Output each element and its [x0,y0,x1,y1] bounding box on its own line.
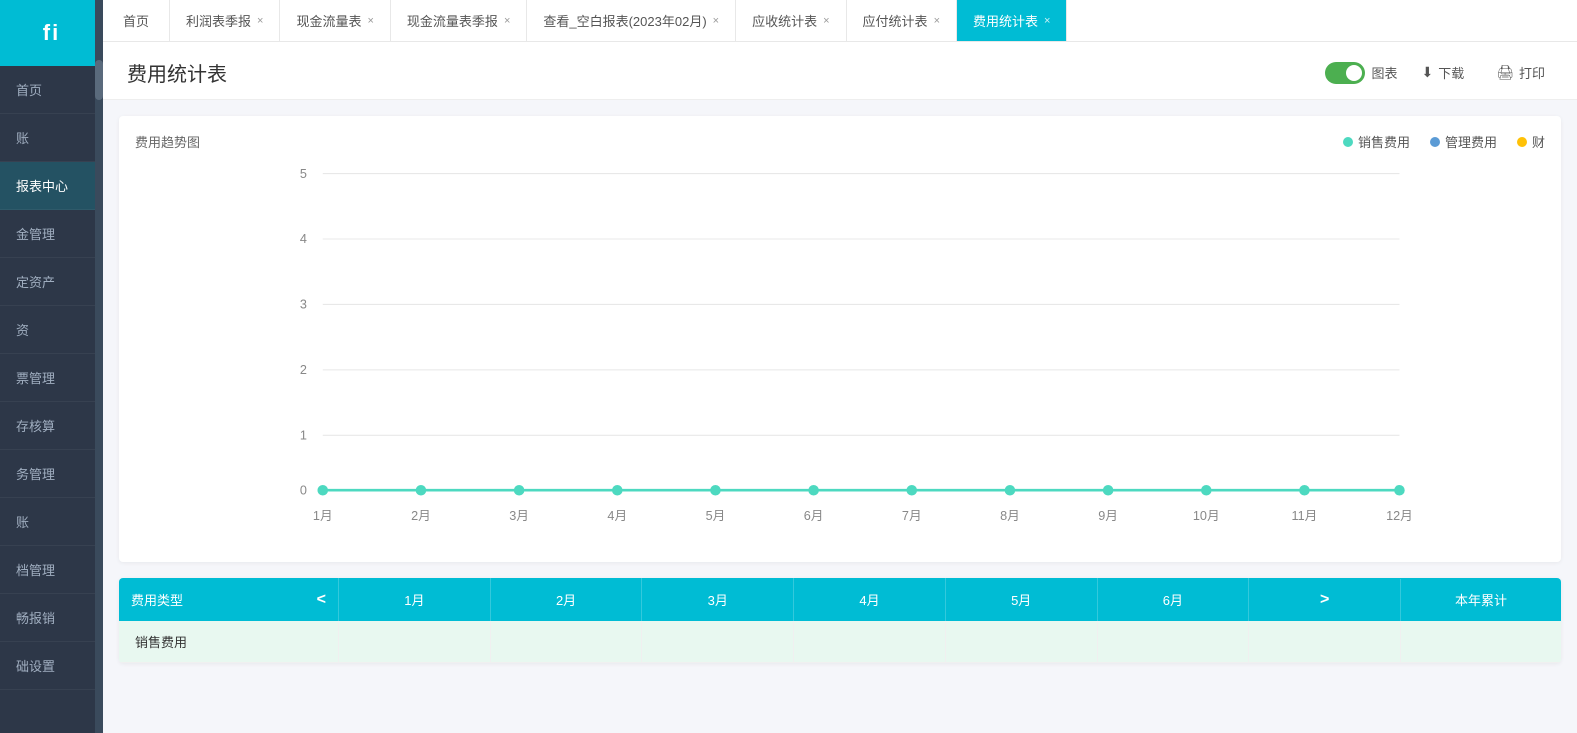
sidebar-scrollbar[interactable] [95,0,103,733]
tab-home[interactable]: 首页 [103,0,170,42]
svg-text:5月: 5月 [706,509,726,523]
td-val-1 [339,621,491,662]
svg-text:1月: 1月 [313,509,333,523]
sidebar-item-account[interactable]: 账 [0,114,103,162]
legend-dot-finance [1517,137,1527,147]
svg-text:7月: 7月 [902,509,922,523]
svg-text:4: 4 [300,232,307,246]
sidebar-item-report-center[interactable]: 报表中心 [0,162,103,210]
app-logo: fi [0,0,103,66]
td-type: 销售费用 [119,621,339,662]
svg-text:9月: 9月 [1098,509,1118,523]
svg-text:10月: 10月 [1193,509,1220,523]
legend-finance: 财 [1517,132,1545,151]
tab-bar: 首页 利润表季报 × 现金流量表 × 现金流量表季报 × 查看_空白报表(202… [103,0,1577,42]
nav-next-button[interactable]: > [1320,591,1329,609]
legend-dot-admin [1430,137,1440,147]
tab-receivables[interactable]: 应收统计表 × [736,0,846,42]
sidebar-item-base-settings[interactable]: 础设置 [0,642,103,690]
sidebar-item-service-mgmt[interactable]: 务管理 [0,450,103,498]
chart-header: 费用趋势图 销售费用 管理费用 财 [135,132,1545,151]
legend-dot-sales [1343,137,1353,147]
th-month-6: 6月 [1098,578,1250,621]
close-icon[interactable]: × [934,15,940,27]
td-val-2 [491,621,643,662]
print-button[interactable]: 🖨 打印 [1488,59,1553,86]
tab-cashflow-quarterly[interactable]: 现金流量表季报 × [391,0,527,42]
svg-text:12月: 12月 [1386,509,1413,523]
nav-prev-button[interactable]: < [317,591,326,609]
svg-text:0: 0 [300,483,307,497]
table-body: 销售费用 [119,621,1561,663]
chart-container: 费用趋势图 销售费用 管理费用 财 [119,116,1561,562]
download-icon: ⬇ [1421,64,1433,81]
close-icon[interactable]: × [1044,15,1050,27]
download-button[interactable]: ⬇ 下载 [1413,59,1472,86]
td-val-6 [1098,621,1250,662]
sidebar-item-home[interactable]: 首页 [0,66,103,114]
close-icon[interactable]: × [367,15,373,27]
td-val-7 [1249,621,1401,662]
page-title: 费用统计表 [127,58,227,87]
close-icon[interactable]: × [713,15,719,27]
svg-text:2: 2 [300,363,307,377]
svg-text:11月: 11月 [1292,509,1318,523]
main-area: 首页 利润表季报 × 现金流量表 × 现金流量表季报 × 查看_空白报表(202… [103,0,1577,733]
chart-legend: 销售费用 管理费用 财 [1343,132,1545,151]
tab-expense-stats[interactable]: 费用统计表 × [957,0,1067,42]
svg-text:1: 1 [300,429,307,443]
print-icon: 🖨 [1496,64,1514,81]
content-area: 费用统计表 图表 ⬇ 下载 🖨 打印 费用趋势图 [103,42,1577,733]
sidebar-item-invoice-mgmt[interactable]: 票管理 [0,354,103,402]
sidebar-item-fixed-assets[interactable]: 定资产 [0,258,103,306]
sidebar-item-fund-mgmt[interactable]: 金管理 [0,210,103,258]
trend-chart: 5 4 3 2 1 0 1月 2月 3月 4月 5月 6月 7月 8月 9 [135,163,1545,543]
svg-text:4月: 4月 [607,509,627,523]
th-month-3: 3月 [642,578,794,621]
svg-text:5: 5 [300,167,307,181]
sidebar-item-smooth-sales[interactable]: 畅报销 [0,594,103,642]
table-header: 费用类型 < 1月 2月 3月 4月 5月 [119,578,1561,621]
tab-profit-quarterly[interactable]: 利润表季报 × [170,0,280,42]
td-val-5 [946,621,1098,662]
th-total: 本年累计 [1401,578,1561,621]
chart-toggle[interactable] [1325,62,1365,84]
svg-text:6月: 6月 [804,509,824,523]
toggle-label: 图表 [1371,63,1397,82]
close-icon[interactable]: × [823,15,829,27]
tab-cashflow[interactable]: 现金流量表 × [280,0,390,42]
legend-sales: 销售费用 [1343,132,1410,151]
sidebar-scrollbar-thumb[interactable] [95,60,103,100]
svg-text:3月: 3月 [509,509,529,523]
chart-svg-wrap: 5 4 3 2 1 0 1月 2月 3月 4月 5月 6月 7月 8月 9 [135,163,1545,546]
th-month-5: 5月 [946,578,1098,621]
tab-blank-report[interactable]: 查看_空白报表(2023年02月) × [527,0,736,42]
chart-title: 费用趋势图 [135,132,200,151]
sidebar-item-inventory[interactable]: 存核算 [0,402,103,450]
th-type: 费用类型 < [119,578,339,621]
svg-text:3: 3 [300,298,307,312]
legend-admin: 管理费用 [1430,132,1497,151]
page-header: 费用统计表 图表 ⬇ 下载 🖨 打印 [103,42,1577,100]
tab-payables[interactable]: 应付统计表 × [847,0,957,42]
close-icon[interactable]: × [257,15,263,27]
header-actions: 图表 ⬇ 下载 🖨 打印 [1325,59,1553,86]
svg-text:2月: 2月 [411,509,431,523]
td-total [1401,621,1561,662]
th-nav-next[interactable]: > [1249,579,1401,621]
sidebar-item-ledger[interactable]: 账 [0,498,103,546]
table-row: 销售费用 [119,621,1561,663]
chart-toggle-wrap: 图表 [1325,62,1397,84]
sidebar-item-capital[interactable]: 资 [0,306,103,354]
th-month-2: 2月 [491,578,643,621]
th-month-1: 1月 [339,578,491,621]
td-val-3 [642,621,794,662]
close-icon[interactable]: × [504,15,510,27]
svg-text:8月: 8月 [1000,509,1020,523]
sidebar-item-archive-mgmt[interactable]: 档管理 [0,546,103,594]
expense-table: 费用类型 < 1月 2月 3月 4月 5月 [119,578,1561,663]
td-val-4 [794,621,946,662]
th-month-4: 4月 [794,578,946,621]
sidebar: fi 首页 账 报表中心 金管理 定资产 资 票管理 存核算 务管理 账 档管理… [0,0,103,733]
